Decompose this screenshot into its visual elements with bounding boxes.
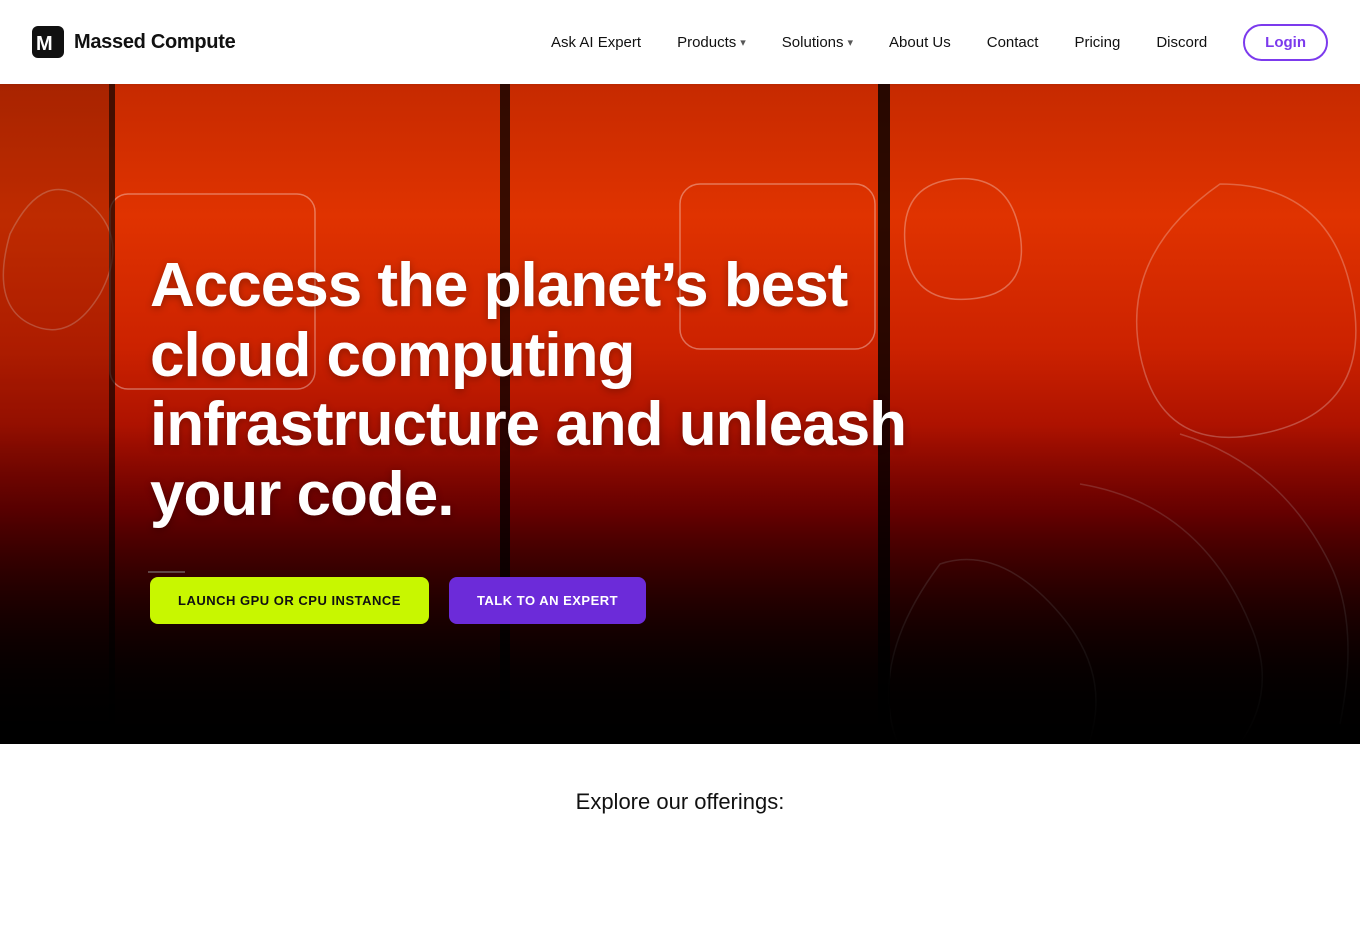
nav-item-ask-ai-expert[interactable]: Ask AI Expert — [551, 34, 641, 51]
nav-item-about-us[interactable]: About Us — [889, 34, 951, 51]
talk-to-expert-button[interactable]: TALK TO AN EXPERT — [449, 577, 646, 624]
below-hero-section: Explore our offerings: — [0, 744, 1360, 859]
chevron-down-icon: ▾ — [848, 36, 854, 49]
hero-content: Access the planet’s best cloud computing… — [150, 251, 990, 624]
navbar: M Massed Compute Ask AI Expert Products … — [0, 0, 1360, 84]
nav-menu: Ask AI Expert Products ▾ Solutions ▾ Abo… — [551, 24, 1328, 61]
svg-text:M: M — [36, 33, 53, 55]
brand-name: Massed Compute — [74, 31, 235, 54]
nav-item-contact[interactable]: Contact — [987, 34, 1039, 51]
brand-logo-icon: M — [32, 26, 64, 58]
login-button[interactable]: Login — [1243, 24, 1328, 61]
nav-item-discord[interactable]: Discord — [1156, 34, 1207, 51]
hero-buttons: LAUNCH GPU OR CPU INSTANCE TALK TO AN EX… — [150, 577, 990, 624]
nav-item-products[interactable]: Products ▾ — [677, 34, 746, 51]
chevron-down-icon: ▾ — [740, 36, 746, 49]
nav-item-solutions[interactable]: Solutions ▾ — [782, 34, 853, 51]
nav-item-pricing[interactable]: Pricing — [1074, 34, 1120, 51]
hero-title: Access the planet’s best cloud computing… — [150, 251, 990, 529]
launch-instance-button[interactable]: LAUNCH GPU OR CPU INSTANCE — [150, 577, 429, 624]
explore-offerings-text: Explore our offerings: — [576, 789, 785, 815]
brand-link[interactable]: M Massed Compute — [32, 26, 235, 58]
hero-section: Access the planet’s best cloud computing… — [0, 84, 1360, 744]
